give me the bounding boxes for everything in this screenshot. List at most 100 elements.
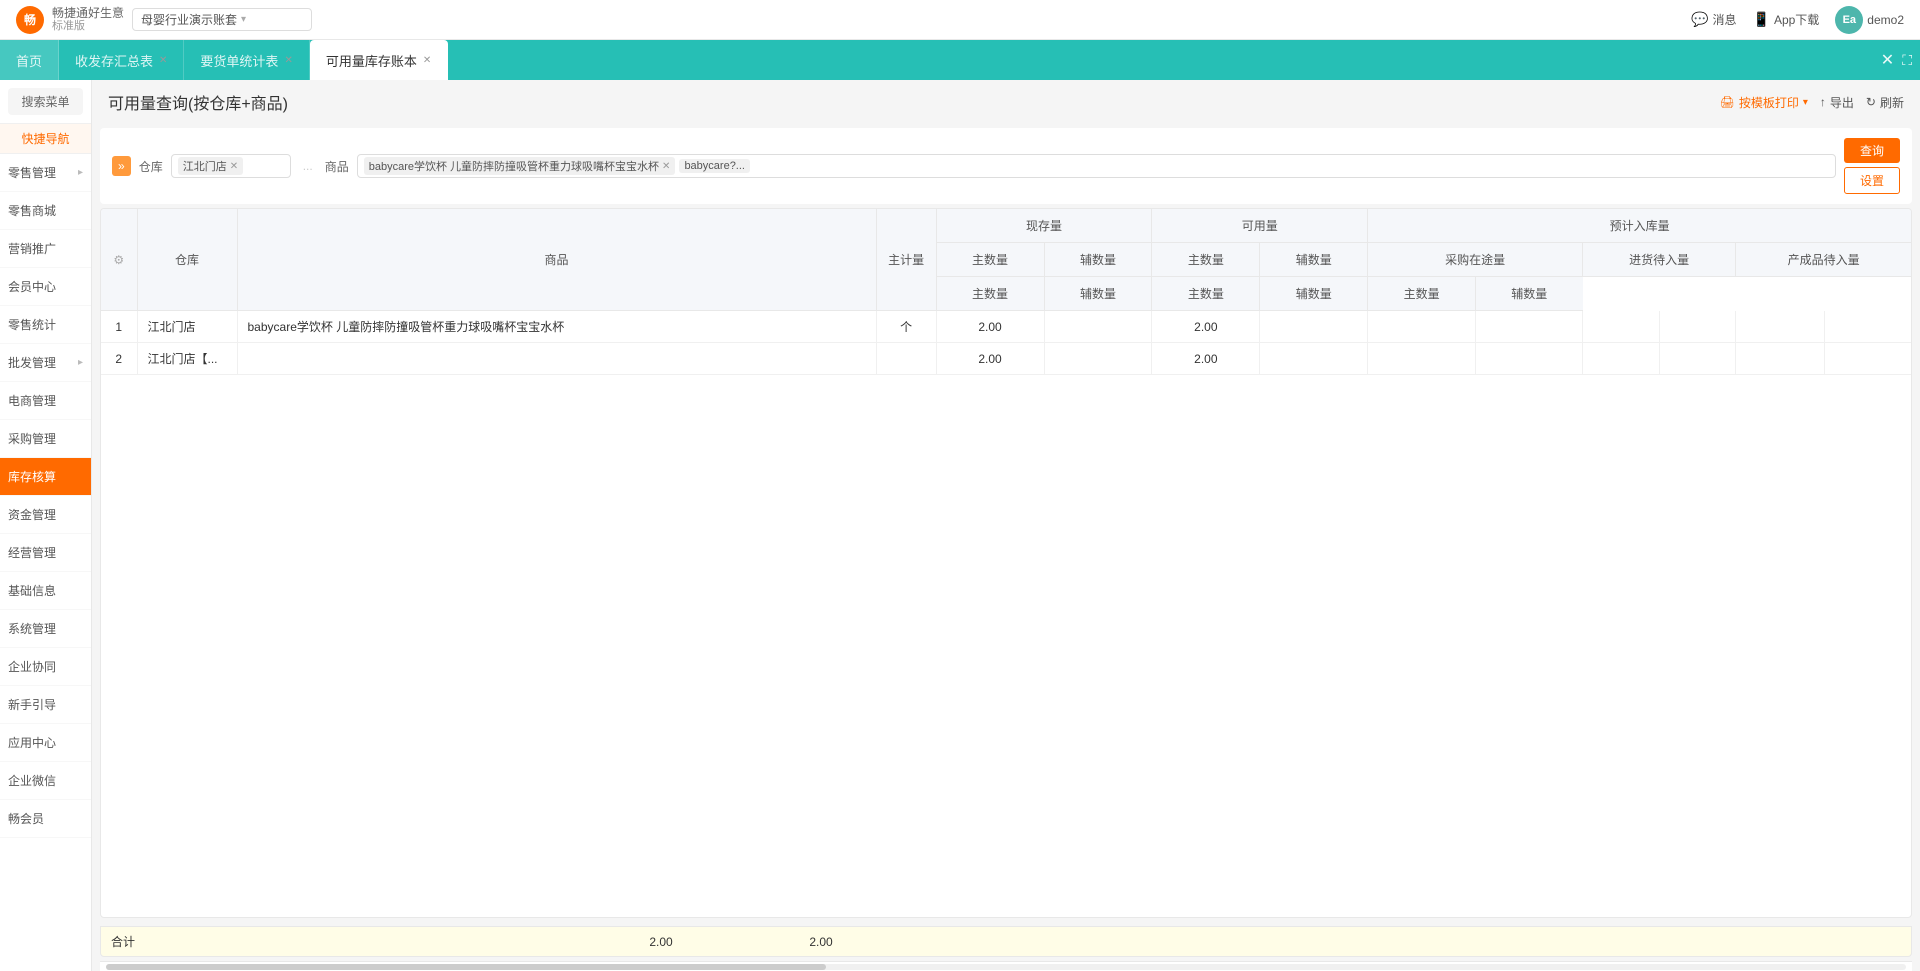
- col-stock-aux: 辅数量: [1044, 243, 1152, 277]
- chevron-down-icon: ▾: [241, 14, 246, 25]
- table-footer: 合计 2.00 2.00: [100, 926, 1912, 957]
- message-btn[interactable]: 💬 消息: [1691, 11, 1736, 28]
- horizontal-scrollbar[interactable]: [100, 961, 1912, 971]
- col-finished-pending: 产成品待入量: [1736, 243, 1911, 277]
- warehouse-label: 仓库: [139, 158, 163, 175]
- avatar: Ea: [1835, 6, 1863, 34]
- close-all-tabs-btn[interactable]: ✕: [1881, 50, 1894, 70]
- chevron-icon: ▸: [78, 357, 83, 368]
- sidebar-search-section: 搜索菜单: [0, 80, 91, 124]
- sidebar-item-应用中心[interactable]: 应用中心: [0, 724, 91, 762]
- footer-stock-main: 2.00: [621, 935, 701, 949]
- filter-bar: » 仓库 江北门店 ✕ ... 商品 babycare学饮杯 儿童防摔防撞吸管杯…: [100, 128, 1912, 204]
- warehouse-filter[interactable]: 江北门店 ✕: [171, 154, 291, 178]
- tab-yaohuo[interactable]: 要货单统计表 ✕: [184, 40, 309, 80]
- col-inbound-aux: 辅数量: [1260, 277, 1368, 311]
- sidebar-item-批发管理[interactable]: 批发管理▸: [0, 344, 91, 382]
- warehouse-tag: 江北门店 ✕: [178, 157, 243, 175]
- sidebar-item-库存核算[interactable]: 库存核算: [0, 458, 91, 496]
- sidebar-item-基础信息[interactable]: 基础信息: [0, 572, 91, 610]
- chevron-down-icon: ▾: [1803, 97, 1808, 108]
- topbar-right: 💬 消息 📱 App下载 Ea demo2: [1691, 6, 1904, 34]
- col-warehouse: 仓库: [137, 209, 237, 311]
- sidebar-item-采购管理[interactable]: 采购管理: [0, 420, 91, 458]
- user-profile[interactable]: Ea demo2: [1835, 6, 1904, 34]
- settings-icon: ⚙: [113, 253, 124, 267]
- sidebar-item-系统管理[interactable]: 系统管理: [0, 610, 91, 648]
- col-group-available: 可用量: [1152, 209, 1368, 243]
- col-purchase-main: 主数量: [936, 277, 1044, 311]
- tab-keyongliang[interactable]: 可用量库存账本 ✕: [310, 40, 448, 80]
- filter-expand-btn[interactable]: »: [112, 156, 131, 176]
- close-tab-yaohuo[interactable]: ✕: [284, 55, 292, 66]
- sidebar-item-企业微信[interactable]: 企业微信: [0, 762, 91, 800]
- refresh-btn[interactable]: ↻ 刷新: [1866, 94, 1904, 111]
- query-btn[interactable]: 查询: [1844, 138, 1900, 163]
- col-finished-aux: 辅数量: [1476, 277, 1583, 311]
- sidebar-item-资金管理[interactable]: 资金管理: [0, 496, 91, 534]
- chevron-icon: ▸: [78, 167, 83, 178]
- col-inbound-main: 主数量: [1152, 277, 1260, 311]
- col-purchase-aux: 辅数量: [1044, 277, 1152, 311]
- footer-label: 合计: [101, 933, 621, 950]
- filter-actions: 查询 设置: [1844, 138, 1900, 194]
- sidebar-item-会员中心[interactable]: 会员中心: [0, 268, 91, 306]
- sidebar-item-营销推广[interactable]: 营销推广: [0, 230, 91, 268]
- col-avail-main: 主数量: [1152, 243, 1260, 277]
- app-name: 畅捷通好生意: [52, 6, 124, 20]
- account-selector[interactable]: 母婴行业演示账套 ▾: [132, 8, 312, 31]
- settings-btn[interactable]: 设置: [1844, 167, 1900, 194]
- col-stock-main: 主数量: [936, 243, 1044, 277]
- export-icon: ↑: [1820, 95, 1826, 109]
- search-menu-btn[interactable]: 搜索菜单: [8, 88, 83, 115]
- tab-home[interactable]: 首页: [0, 40, 59, 80]
- col-avail-aux: 辅数量: [1260, 243, 1368, 277]
- filter-ellipsis[interactable]: ...: [299, 159, 317, 173]
- tab-shoufacun[interactable]: 收发存汇总表 ✕: [59, 40, 184, 80]
- page-header: 可用量查询(按仓库+商品) 🖨 按模板打印 ▾ ↑ 导出 ↻ 刷新: [92, 80, 1920, 124]
- sidebar-item-零售管理[interactable]: 零售管理▸: [0, 154, 91, 192]
- sidebar-item-电商管理[interactable]: 电商管理: [0, 382, 91, 420]
- sidebar-item-企业协同[interactable]: 企业协同: [0, 648, 91, 686]
- quick-nav-btn[interactable]: 快捷导航: [0, 124, 91, 154]
- col-group-inbound: 预计入库量: [1368, 209, 1911, 243]
- template-label: 标准版: [52, 20, 124, 33]
- sidebar-item-零售统计[interactable]: 零售统计: [0, 306, 91, 344]
- sidebar: 搜索菜单 快捷导航 零售管理▸零售商城营销推广会员中心零售统计批发管理▸电商管理…: [0, 80, 92, 971]
- app-download-btn[interactable]: 📱 App下载: [1753, 11, 1820, 28]
- topbar: 畅 畅捷通好生意 标准版 母婴行业演示账套 ▾ 💬 消息 📱 App下载 Ea …: [0, 0, 1920, 40]
- main-layout: 搜索菜单 快捷导航 零售管理▸零售商城营销推广会员中心零售统计批发管理▸电商管理…: [0, 80, 1920, 971]
- fullscreen-btn[interactable]: ⛶: [1902, 52, 1912, 69]
- table-row: 2 江北门店【... 2.00 2.00: [101, 343, 1911, 375]
- print-btn[interactable]: 🖨 按模板打印 ▾: [1720, 94, 1808, 111]
- remove-warehouse-tag[interactable]: ✕: [230, 161, 238, 172]
- product-filter[interactable]: babycare学饮杯 儿童防摔防撞吸管杯重力球吸嘴杯宝宝水杯 ✕ babyca…: [357, 154, 1836, 178]
- product-tag-1: babycare学饮杯 儿童防摔防撞吸管杯重力球吸嘴杯宝宝水杯 ✕: [364, 157, 676, 175]
- col-settings[interactable]: ⚙: [101, 209, 137, 311]
- sidebar-item-畅会员[interactable]: 畅会员: [0, 800, 91, 838]
- product-label: 商品: [325, 158, 349, 175]
- message-icon: 💬: [1691, 11, 1708, 28]
- close-tab-shoufacun[interactable]: ✕: [159, 55, 167, 66]
- col-finished-main: 主数量: [1368, 277, 1476, 311]
- sidebar-item-经营管理[interactable]: 经营管理: [0, 534, 91, 572]
- col-goods-pending: 进货待入量: [1583, 243, 1736, 277]
- scrollbar-thumb[interactable]: [106, 964, 826, 970]
- scrollbar-track: [106, 964, 1906, 970]
- nav-tabs: 首页 收发存汇总表 ✕ 要货单统计表 ✕ 可用量库存账本 ✕ ✕ ⛶: [0, 40, 1920, 80]
- data-table-container: ⚙ 仓库 商品 主计量 现存量 可用量 预计入库量 主数量 辅数量 主数量 辅数…: [100, 208, 1912, 918]
- header-actions: 🖨 按模板打印 ▾ ↑ 导出 ↻ 刷新: [1720, 94, 1904, 111]
- download-icon: 📱: [1753, 11, 1770, 28]
- app-logo: 畅: [16, 6, 44, 34]
- refresh-icon: ↻: [1866, 95, 1876, 109]
- footer-available-main: 2.00: [781, 935, 861, 949]
- topbar-left: 畅 畅捷通好生意 标准版 母婴行业演示账套 ▾: [16, 6, 312, 34]
- sidebar-item-零售商城[interactable]: 零售商城: [0, 192, 91, 230]
- sidebar-item-新手引导[interactable]: 新手引导: [0, 686, 91, 724]
- col-unit: 主计量: [876, 209, 936, 311]
- page-title: 可用量查询(按仓库+商品): [108, 90, 288, 114]
- col-group-stock: 现存量: [936, 209, 1152, 243]
- export-btn[interactable]: ↑ 导出: [1820, 94, 1854, 111]
- close-tab-keyongliang[interactable]: ✕: [423, 55, 431, 66]
- remove-product-tag-1[interactable]: ✕: [662, 161, 670, 172]
